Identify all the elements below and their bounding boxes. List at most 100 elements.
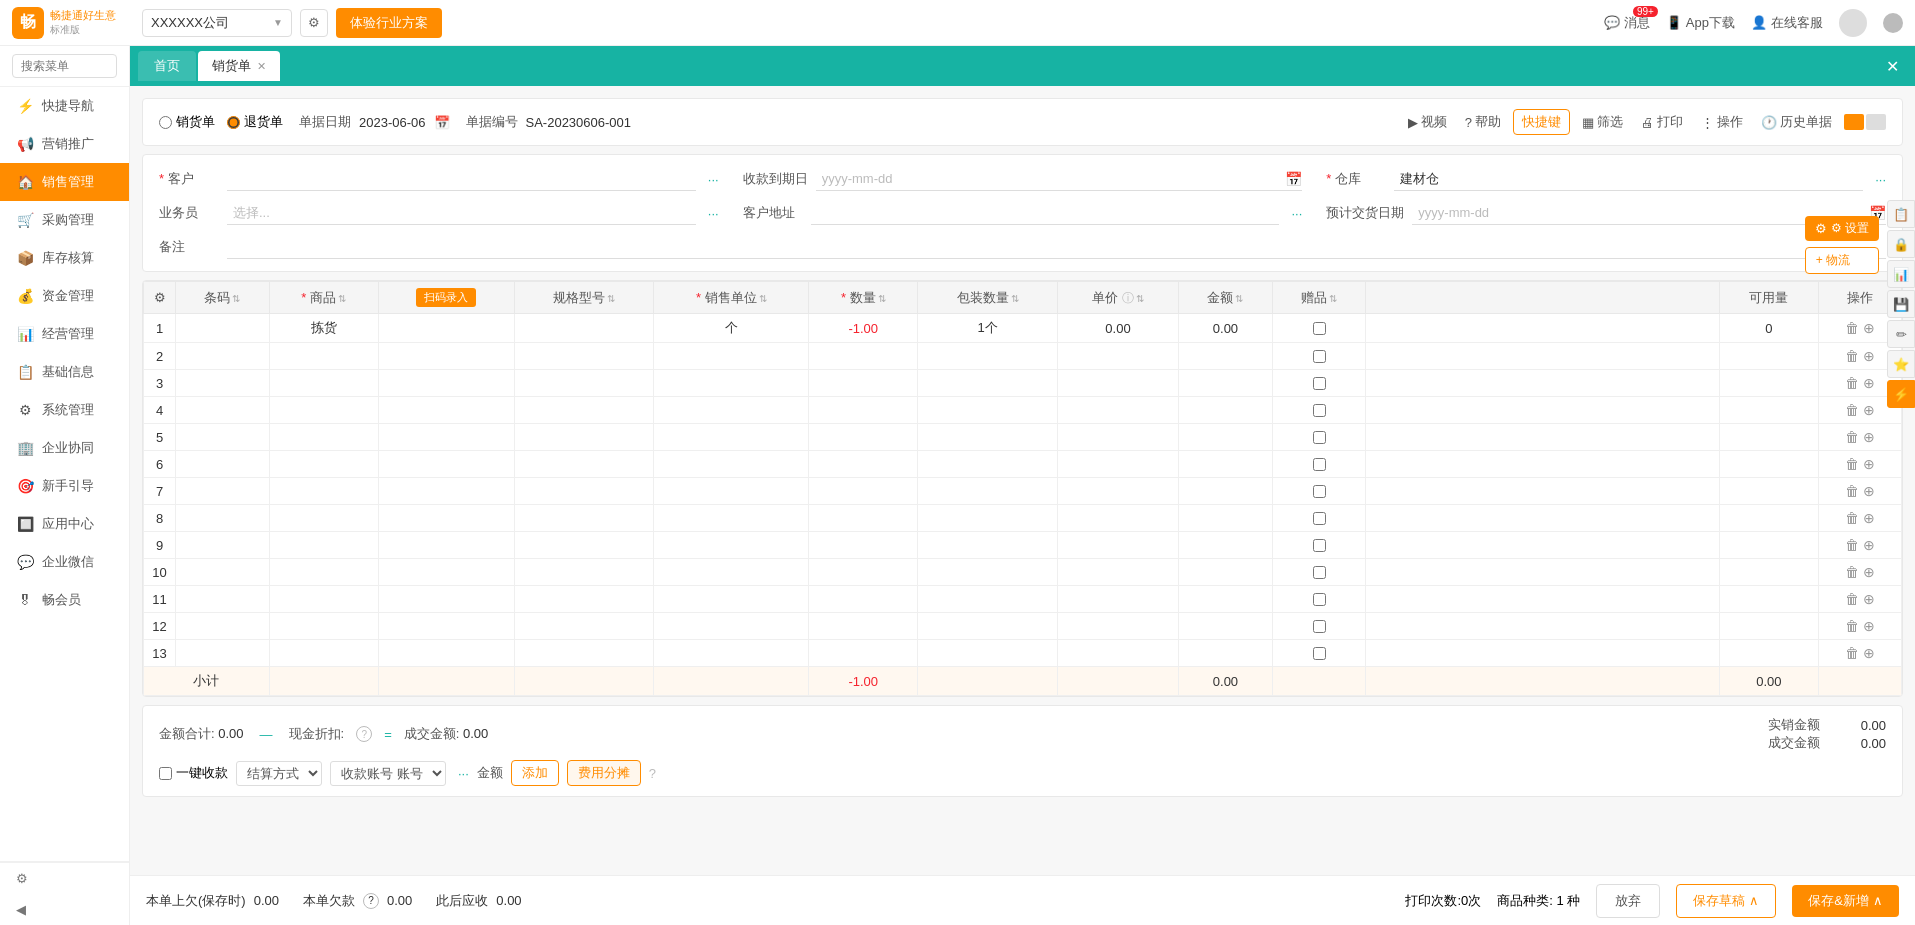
sidebar-item-member[interactable]: 🎖 畅会员 [0,581,129,619]
sidebar-collapse-btn[interactable]: ◀ [0,894,129,925]
copy-icon[interactable]: ⊕ [1863,483,1875,499]
copy-icon[interactable]: ⊕ [1863,618,1875,634]
calc-method-select[interactable]: 结算方式 [236,761,322,786]
row-product[interactable]: 拣货 [269,314,378,343]
copy-icon[interactable]: ⊕ [1863,645,1875,661]
account-select[interactable]: 收款账号 账号 [330,761,446,786]
gift-checkbox[interactable] [1313,431,1326,444]
copy-icon[interactable]: ⊕ [1863,537,1875,553]
sidebar-item-enterprise[interactable]: 🏢 企业协同 [0,429,129,467]
discount-help-icon[interactable]: ? [356,726,372,742]
user-menu[interactable] [1883,13,1903,33]
logistics-btn[interactable]: + 物流 [1805,247,1879,274]
row-barcode[interactable] [176,314,270,343]
operation-btn[interactable]: ⋮ 操作 [1695,110,1749,134]
copy-icon[interactable]: ⊕ [1863,402,1875,418]
tab-home[interactable]: 首页 [138,51,196,81]
delete-icon[interactable]: 🗑 [1845,591,1859,607]
return-radio[interactable]: 退货单 [227,113,283,131]
row-spec[interactable] [514,314,654,343]
gift-checkbox[interactable] [1313,620,1326,633]
sidebar-item-wechat[interactable]: 💬 企业微信 [0,543,129,581]
row-pkg-qty[interactable]: 1个 [918,314,1058,343]
float-btn-3[interactable]: 📊 [1887,260,1915,288]
delete-icon[interactable]: 🗑 [1845,348,1859,364]
grid-view-btn[interactable] [1844,114,1864,130]
gift-checkbox[interactable] [1313,539,1326,552]
gift-checkbox[interactable] [1313,350,1326,363]
sidebar-settings-btn[interactable]: ⚙ [0,862,129,894]
payment-date-input[interactable] [816,167,1286,190]
col-scan[interactable]: 扫码录入 [378,282,514,314]
gift-checkbox[interactable] [1313,593,1326,606]
delete-icon[interactable]: 🗑 [1845,537,1859,553]
warehouse-input[interactable] [1394,167,1863,190]
one-click-checkbox[interactable]: 一键收款 [159,764,228,782]
customer-addr-input[interactable] [811,201,1280,224]
expense-btn[interactable]: 费用分摊 [567,760,641,786]
float-btn-orange[interactable]: ⚡ [1887,380,1915,408]
expense-help-icon[interactable]: ? [649,766,656,781]
delete-icon[interactable]: 🗑 [1845,618,1859,634]
calendar-icon[interactable]: 📅 [434,115,450,130]
abandon-btn[interactable]: 放弃 [1596,884,1660,918]
copy-icon[interactable]: ⊕ [1863,591,1875,607]
add-payment-btn[interactable]: 添加 [511,760,559,786]
sidebar-item-purchase[interactable]: 🛒 采购管理 [0,201,129,239]
row-unit[interactable]: 个 [654,314,809,343]
settings-panel-btn[interactable]: ⚙ ⚙ 设置 [1805,216,1879,241]
float-btn-5[interactable]: ✏ [1887,320,1915,348]
addr-dots-icon[interactable]: ··· [1291,206,1302,221]
row-gift[interactable] [1272,314,1366,343]
copy-icon[interactable]: ⊕ [1863,320,1875,336]
float-btn-6[interactable]: ⭐ [1887,350,1915,378]
sale-radio-input[interactable] [159,116,172,129]
sidebar-item-business[interactable]: 📊 经营管理 [0,315,129,353]
float-btn-4[interactable]: 💾 [1887,290,1915,318]
filter-btn[interactable]: ▦ 筛选 [1576,110,1629,134]
settings-button[interactable]: ⚙ [300,9,328,37]
delete-icon[interactable]: 🗑 [1845,483,1859,499]
sidebar-item-app-center[interactable]: 🔲 应用中心 [0,505,129,543]
debit-help-icon[interactable]: ? [363,893,379,909]
gift-checkbox[interactable] [1313,322,1326,335]
online-service-item[interactable]: 👤 在线客服 [1751,14,1823,32]
sidebar-item-guide[interactable]: 🎯 新手引导 [0,467,129,505]
print-btn[interactable]: 🖨 打印 [1635,110,1689,134]
shortcut-btn[interactable]: 快捷键 [1513,109,1570,135]
salesperson-dots-icon[interactable]: ··· [708,206,719,221]
delete-icon[interactable]: 🗑 [1845,429,1859,445]
sidebar-item-finance[interactable]: 💰 资金管理 [0,277,129,315]
warehouse-dots-icon[interactable]: ··· [1875,172,1886,187]
history-btn[interactable]: 🕐 历史单据 [1755,110,1838,134]
copy-icon[interactable]: ⊕ [1863,456,1875,472]
delete-icon[interactable]: 🗑 [1845,564,1859,580]
customer-input[interactable] [227,167,696,190]
col-settings[interactable]: ⚙ [144,282,176,314]
delete-icon[interactable]: 🗑 [1845,402,1859,418]
gift-checkbox[interactable] [1313,404,1326,417]
delete-icon[interactable]: 🗑 [1845,456,1859,472]
row-amount[interactable]: 0.00 [1179,314,1273,343]
sidebar-item-quick-nav[interactable]: ⚡ 快捷导航 [0,87,129,125]
copy-icon[interactable]: ⊕ [1863,510,1875,526]
delete-icon[interactable]: 🗑 [1845,375,1859,391]
gift-checkbox[interactable] [1313,512,1326,525]
gift-checkbox[interactable] [1313,377,1326,390]
account-dots-icon[interactable]: ··· [458,766,469,781]
experience-button[interactable]: 体验行业方案 [336,8,442,38]
payment-calendar-icon[interactable]: 📅 [1285,171,1302,187]
save-draft-btn[interactable]: 保存草稿 ∧ [1676,884,1776,918]
video-btn[interactable]: ▶ 视频 [1402,110,1453,134]
close-window-icon[interactable]: ✕ [1878,57,1907,76]
one-click-input[interactable] [159,767,172,780]
float-btn-1[interactable]: 📋 [1887,200,1915,228]
list-view-btn[interactable] [1866,114,1886,130]
delete-icon[interactable]: 🗑 [1845,320,1859,336]
gift-checkbox[interactable] [1313,485,1326,498]
app-download-item[interactable]: 📱 App下载 [1666,14,1735,32]
sidebar-item-marketing[interactable]: 📢 营销推广 [0,125,129,163]
delete-icon[interactable]: 🗑 [1845,510,1859,526]
copy-icon[interactable]: ⊕ [1863,429,1875,445]
row-price[interactable]: 0.00 [1057,314,1178,343]
